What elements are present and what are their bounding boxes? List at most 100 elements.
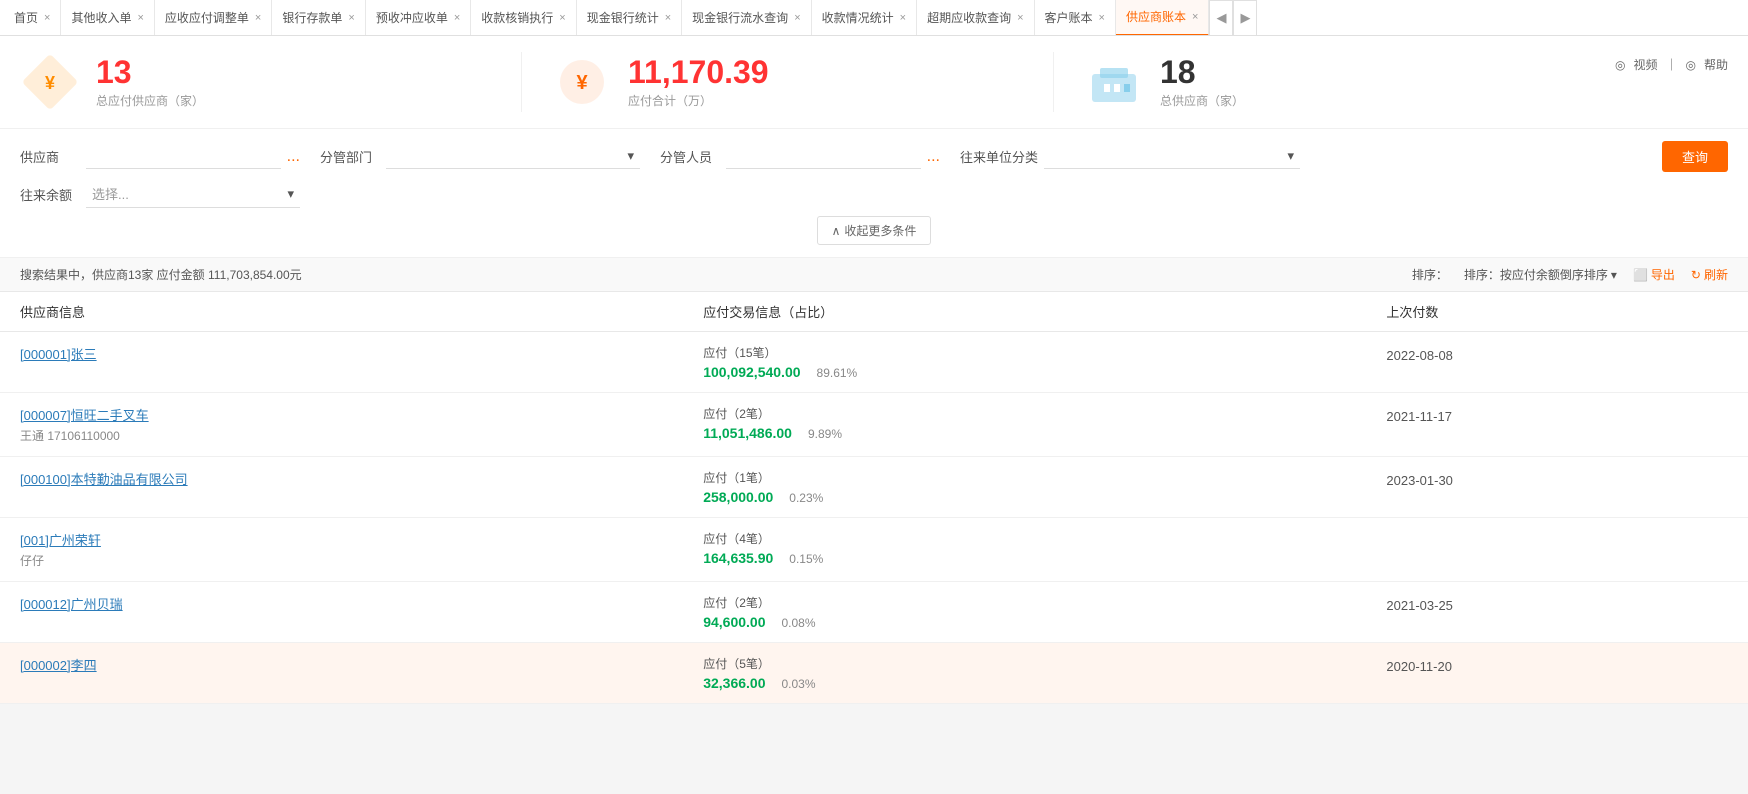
header-last-payment: 上次付数 <box>1386 302 1728 321</box>
export-btn[interactable]: ⬜ 导出 <box>1633 266 1675 283</box>
table-row: [001]广州荣轩 仔仔 应付（4笔） 164,635.90 0.15% <box>0 518 1748 582</box>
trans-pct-5: 0.08% <box>782 616 816 630</box>
top-navigation: 首页 × 其他收入单 × 应收应付调整单 × 银行存款单 × 预收冲应收单 × … <box>0 0 1748 36</box>
filter-balance: 往来余额 选择... ▾ <box>20 180 300 208</box>
supplier-info-cell-6: [000002]李四 <box>20 655 703 674</box>
supplier-link-6[interactable]: [000002]李四 <box>20 655 703 674</box>
results-actions: 排序： 排序：按应付余额倒序排序 ▾ ⬜ 导出 ↻ 刷新 <box>1412 266 1728 283</box>
bank-deposit-label: 银行存款单 <box>282 9 342 26</box>
payable-amount-text: 11,170.39 应付合计（万） <box>628 56 769 109</box>
collapse-up-icon: ∧ <box>832 224 841 238</box>
person-filter-input[interactable] <box>726 145 921 169</box>
nav-tab-receipt-check[interactable]: 收款核销执行 × <box>471 0 576 36</box>
supplier-filter-label: 供应商 <box>20 147 80 166</box>
nav-tab-other-income[interactable]: 其他收入单 × <box>61 0 154 36</box>
sort-select[interactable]: 排序：按应付余额倒序排序 ▾ <box>1464 266 1617 283</box>
supplier-dots-btn[interactable]: ... <box>287 148 300 166</box>
supplier-link-1[interactable]: [000001]张三 <box>20 344 703 363</box>
dept-filter-select[interactable]: ▾ <box>386 144 640 169</box>
close-icon[interactable]: × <box>1017 12 1023 24</box>
close-icon[interactable]: × <box>1192 11 1198 23</box>
filter-bar: 供应商 ... 分管部门 ▾ 分管人员 ... 往来单位分类 ▾ 查询 <box>0 129 1748 258</box>
data-table: 供应商信息 应付交易信息（占比） 上次付数 [000001]张三 应付（15笔）… <box>0 292 1748 704</box>
nav-tab-ar-adjust[interactable]: 应收应付调整单 × <box>155 0 272 36</box>
last-payment-date-3: 2023-01-30 <box>1386 469 1728 488</box>
nav-tab-bank-deposit[interactable]: 银行存款单 × <box>272 0 365 36</box>
nav-tab-supplier-account[interactable]: 供应商账本 × <box>1116 0 1209 36</box>
nav-tab-overdue-query[interactable]: 超期应收款查询 × <box>917 0 1034 36</box>
close-icon[interactable]: × <box>348 12 354 24</box>
trans-row-4: 164,635.90 0.15% <box>703 550 1386 566</box>
last-payment-date-2: 2021-11-17 <box>1386 405 1728 424</box>
unit-category-filter-select[interactable]: ▾ <box>1044 144 1300 169</box>
close-icon[interactable]: × <box>1099 12 1105 24</box>
nav-next-arrow[interactable]: ▶ <box>1233 0 1257 36</box>
search-button[interactable]: 查询 <box>1662 141 1728 172</box>
nav-tab-home[interactable]: 首页 × <box>4 0 61 36</box>
payable-suppliers-icon: ¥ <box>20 52 80 112</box>
home-label: 首页 <box>14 9 38 26</box>
last-payment-cell-3: 2023-01-30 <box>1386 469 1728 488</box>
supplier-filter-input[interactable] <box>86 145 281 169</box>
close-icon[interactable]: × <box>255 12 261 24</box>
close-icon[interactable]: × <box>794 12 800 24</box>
trans-amount-3: 258,000.00 <box>703 489 773 505</box>
summary-total-suppliers: 18 总供应商（家） <box>1084 52 1585 112</box>
filter-row-2: 往来余额 选择... ▾ <box>20 180 1728 208</box>
top-right-links: ◎ 视频 ｜ ◎ 帮助 <box>1615 52 1728 73</box>
payable-suppliers-label: 总应付供应商（家） <box>96 92 204 109</box>
trans-pct-2: 9.89% <box>808 427 842 441</box>
video-link[interactable]: 视频 <box>1633 56 1657 73</box>
supplier-link-5[interactable]: [000012]广州贝瑞 <box>20 594 703 613</box>
help-link[interactable]: 帮助 <box>1704 56 1728 73</box>
trans-label-5: 应付（2笔） <box>703 594 1386 611</box>
trans-row-3: 258,000.00 0.23% <box>703 489 1386 505</box>
nav-tab-cash-bank-stats[interactable]: 现金银行统计 × <box>577 0 682 36</box>
payable-suppliers-count: 13 <box>96 56 204 88</box>
unit-category-chevron-icon: ▾ <box>1287 148 1294 164</box>
filter-supplier: 供应商 ... <box>20 145 300 169</box>
refresh-btn[interactable]: ↻ 刷新 <box>1691 266 1728 283</box>
summary-payable-suppliers: ¥ 13 总应付供应商（家） <box>20 52 522 112</box>
ar-adjust-label: 应收应付调整单 <box>165 9 249 26</box>
unit-category-filter-label: 往来单位分类 <box>960 147 1038 166</box>
filter-row-1: 供应商 ... 分管部门 ▾ 分管人员 ... 往来单位分类 ▾ 查询 <box>20 141 1728 172</box>
payable-amount-label: 应付合计（万） <box>628 92 769 109</box>
trans-row-5: 94,600.00 0.08% <box>703 614 1386 630</box>
table-row: [000012]广州贝瑞 应付（2笔） 94,600.00 0.08% 2021… <box>0 582 1748 643</box>
supplier-link-4[interactable]: [001]广州荣轩 <box>20 530 703 549</box>
table-row: [000007]恒旺二手叉车 王通 17106110000 应付（2笔） 11,… <box>0 393 1748 457</box>
close-icon[interactable]: × <box>44 12 50 24</box>
nav-tab-receipt-stats[interactable]: 收款情况统计 × <box>812 0 917 36</box>
dept-chevron-icon: ▾ <box>627 148 634 164</box>
supplier-info-cell-1: [000001]张三 <box>20 344 703 363</box>
close-icon[interactable]: × <box>559 12 565 24</box>
last-payment-date-6: 2020-11-20 <box>1386 655 1728 674</box>
nav-tab-customer-account[interactable]: 客户账本 × <box>1035 0 1116 36</box>
refresh-icon: ↻ <box>1691 268 1701 282</box>
transaction-cell-6: 应付（5笔） 32,366.00 0.03% <box>703 655 1386 691</box>
export-icon: ⬜ <box>1633 268 1648 282</box>
balance-filter-select[interactable]: 选择... ▾ <box>86 180 300 208</box>
trans-row-2: 11,051,486.00 9.89% <box>703 425 1386 441</box>
customer-account-label: 客户账本 <box>1045 9 1093 26</box>
total-suppliers-count: 18 <box>1160 56 1244 88</box>
close-icon[interactable]: × <box>900 12 906 24</box>
person-dots-btn[interactable]: ... <box>927 148 940 166</box>
close-icon[interactable]: × <box>454 12 460 24</box>
supplier-link-3[interactable]: [000100]本特勤油品有限公司 <box>20 469 703 488</box>
nav-tab-prepay[interactable]: 预收冲应收单 × <box>366 0 471 36</box>
nav-tab-cash-bank-flow[interactable]: 现金银行流水查询 × <box>682 0 811 36</box>
close-icon[interactable]: × <box>137 12 143 24</box>
trans-row-1: 100,092,540.00 89.61% <box>703 364 1386 380</box>
collapse-btn[interactable]: ∧ 收起更多条件 <box>817 216 932 245</box>
transaction-cell-4: 应付（4笔） 164,635.90 0.15% <box>703 530 1386 566</box>
trans-pct-4: 0.15% <box>789 552 823 566</box>
close-icon[interactable]: × <box>665 12 671 24</box>
refresh-label: 刷新 <box>1704 266 1728 283</box>
nav-prev-arrow[interactable]: ◀ <box>1209 0 1233 36</box>
supplier-info-cell-2: [000007]恒旺二手叉车 王通 17106110000 <box>20 405 703 444</box>
total-suppliers-label: 总供应商（家） <box>1160 92 1244 109</box>
table-header: 供应商信息 应付交易信息（占比） 上次付数 <box>0 292 1748 332</box>
supplier-link-2[interactable]: [000007]恒旺二手叉车 <box>20 405 703 424</box>
